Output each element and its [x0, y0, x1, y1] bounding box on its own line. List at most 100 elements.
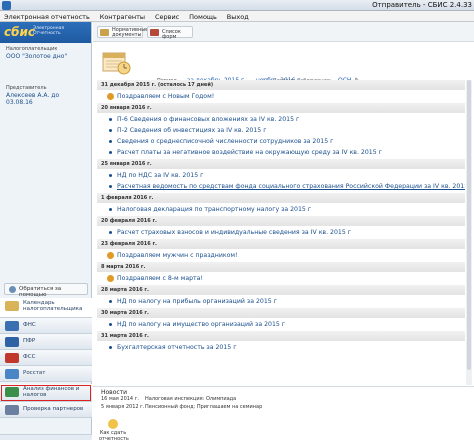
event-item[interactable]: П-2 Сведения об инвестициях за IV кв. 20…: [97, 126, 465, 137]
event-item-label[interactable]: П-6 Сведения о финансовых вложениях за I…: [117, 116, 299, 123]
event-item-label[interactable]: Расчетная ведомость по средствам фонда с…: [117, 183, 465, 190]
bullet-icon: [109, 174, 112, 177]
event-item[interactable]: П-6 Сведения о финансовых вложениях за I…: [97, 115, 465, 126]
event-item[interactable]: Бухгалтерская отчетность за 2015 г: [97, 343, 465, 354]
event-item-label[interactable]: НД по налогу на прибыль организаций за 2…: [117, 298, 277, 305]
holiday-icon: [107, 275, 114, 282]
toolbar: Нормативные документы Список форм: [93, 22, 474, 42]
event-item-label[interactable]: Бухгалтерская отчетность за 2015 г: [117, 344, 236, 351]
event-item[interactable]: Поздравляем с Новым Годом!: [97, 92, 465, 103]
lightbulb-icon: [108, 419, 118, 429]
news-row[interactable]: 5 января 2012 г. Пенсионный фонд: Пригла…: [93, 404, 474, 412]
event-date-header: 20 февраля 2016 г.: [97, 216, 465, 226]
help-button-label: Обратиться за помощью: [19, 286, 62, 298]
event-item-label[interactable]: НД по НДС за IV кв. 2015 г: [117, 172, 203, 179]
event-item[interactable]: НД по налогу на имущество организаций за…: [97, 320, 465, 331]
scrollbar-thumb[interactable]: [467, 80, 471, 370]
sidebar: сбис Электронная Отчетность Налогоплател…: [0, 22, 92, 440]
event-item[interactable]: НД по налогу на прибыль организаций за 2…: [97, 297, 465, 308]
event-item[interactable]: Расчет страховых взносов и индивидуальны…: [97, 228, 465, 239]
news-panel: Новости 16 мая 2014 г. Налоговая инспекц…: [93, 386, 474, 440]
event-item-label[interactable]: Поздравляем с Новым Годом!: [117, 93, 214, 100]
logo-subtitle: Электронная Отчетность: [33, 26, 64, 36]
event-item[interactable]: НД по НДС за IV кв. 2015 г: [97, 171, 465, 182]
event-item-label[interactable]: Сведения о среднесписочной численности с…: [117, 138, 333, 145]
taxpayer-label: Налогоплательщик: [6, 46, 58, 52]
event-item[interactable]: Поздравляем мужчин с праздником!: [97, 251, 465, 262]
event-item-label[interactable]: Поздравляем с 8-м марта!: [117, 275, 203, 282]
holiday-icon: [107, 93, 114, 100]
partners-icon: [5, 405, 19, 415]
window-title: Отправитель - СБИС 2.4.33: [372, 1, 472, 9]
event-item-label[interactable]: П-2 Сведения об инвестициях за IV кв. 20…: [117, 127, 266, 134]
nav-fns-label: ФНС: [23, 322, 36, 328]
representative-label: Представитель: [6, 85, 47, 91]
event-item[interactable]: Сведения о среднесписочной численности с…: [97, 137, 465, 148]
event-item[interactable]: Расчетная ведомость по средствам фонда с…: [97, 182, 465, 193]
news-text[interactable]: Пенсионный фонд: Приглашаем на семинар: [145, 404, 262, 410]
event-item[interactable]: Налоговая декларация по транспортному на…: [97, 205, 465, 216]
menu-item-exit[interactable]: Выход: [223, 11, 253, 21]
event-date-header: 1 февраля 2016 г.: [97, 193, 465, 203]
news-text[interactable]: Налоговая инспекция: Олимпиада: [145, 396, 236, 402]
event-date-header: 28 марта 2016 г.: [97, 285, 465, 295]
fss-icon: [5, 353, 19, 363]
event-item-label[interactable]: Налоговая декларация по транспортному на…: [117, 206, 311, 213]
bullet-icon: [109, 300, 112, 303]
nav-fss[interactable]: ФСС: [0, 350, 92, 366]
nav-fns[interactable]: ФНС: [0, 318, 92, 334]
event-item[interactable]: Поздравляем с 8-м марта!: [97, 274, 465, 285]
event-date-header: 20 января 2016 г.: [97, 103, 465, 113]
bullet-icon: [109, 140, 112, 143]
news-row[interactable]: 16 мая 2014 г. Налоговая инспекция: Олим…: [93, 396, 474, 404]
event-item-label[interactable]: НД по налогу на имущество организаций за…: [117, 321, 285, 328]
news-title: Новости: [101, 389, 128, 396]
taxpayer-value[interactable]: ООО "Золотое дно": [0, 52, 91, 60]
event-date-header: 30 марта 2016 г.: [97, 308, 465, 318]
bullet-icon: [109, 208, 112, 211]
rosstat-icon: [5, 369, 19, 379]
bullet-icon: [109, 129, 112, 132]
nav-fss-label: ФСС: [23, 354, 36, 360]
event-item[interactable]: Расчет платы за негативное воздействие н…: [97, 148, 465, 159]
nav-calendar-label: Календарь налогоплательщика: [23, 300, 83, 312]
help-icon: [9, 286, 16, 293]
analysis-icon: [5, 387, 19, 397]
logo-subtitle-line2: Отчетность: [33, 31, 61, 36]
how-to-submit-button[interactable]: Как сдать отчетность: [99, 419, 129, 440]
bullet-icon: [109, 346, 112, 349]
forms-list-label: Список форм: [162, 29, 181, 40]
nav-partners[interactable]: Проверка партнеров: [0, 402, 92, 418]
nav-pfr[interactable]: ПФР: [0, 334, 92, 350]
title-bar: Отправитель - СБИС 2.4.33: [0, 0, 474, 11]
menu-bar: Электронная отчетность Контрагенты Серви…: [0, 11, 474, 22]
nav-analysis[interactable]: Анализ финансов и налогов: [0, 384, 92, 402]
news-date: 16 мая 2014 г.: [101, 396, 139, 402]
bullet-icon: [109, 231, 112, 234]
forms-list-button[interactable]: Список форм: [147, 26, 193, 40]
menu-item-service[interactable]: Сервис: [151, 11, 183, 21]
book-icon: [100, 29, 109, 36]
fns-icon: [5, 321, 19, 331]
nav-analysis-label: Анализ финансов и налогов: [23, 386, 80, 398]
menu-item-counterparties[interactable]: Контрагенты: [96, 11, 149, 21]
events-scrollbar[interactable]: [466, 80, 472, 385]
menu-item-reporting[interactable]: Электронная отчетность: [0, 11, 94, 21]
bullet-icon: [109, 323, 112, 326]
bullet-icon: [109, 185, 112, 188]
nav-rosstat[interactable]: Росстат: [0, 366, 92, 382]
event-date-header: 31 марта 2016 г.: [97, 331, 465, 341]
event-item-label[interactable]: Расчет страховых взносов и индивидуальны…: [117, 229, 351, 236]
normative-docs-button[interactable]: Нормативные документы: [97, 26, 148, 38]
representative-value[interactable]: Алексеев А.А. до 03.08.16: [0, 91, 91, 106]
event-item-label[interactable]: Поздравляем мужчин с праздником!: [117, 252, 238, 259]
help-button[interactable]: Обратиться за помощью: [4, 283, 88, 298]
event-date-header: 31 декабря 2015 г. (осталось 17 дней): [97, 80, 465, 90]
main-panel: Нормативные документы Список форм Период…: [93, 22, 474, 440]
menu-item-help[interactable]: Помощь: [185, 11, 221, 21]
event-item-label[interactable]: Расчет платы за негативное воздействие н…: [117, 149, 382, 156]
sbis-logo: сбис: [4, 25, 36, 39]
event-date-header: 23 февраля 2016 г.: [97, 239, 465, 249]
nav-calendar[interactable]: Календарь налогоплательщика: [0, 298, 92, 318]
calendar-icon: [5, 301, 19, 311]
